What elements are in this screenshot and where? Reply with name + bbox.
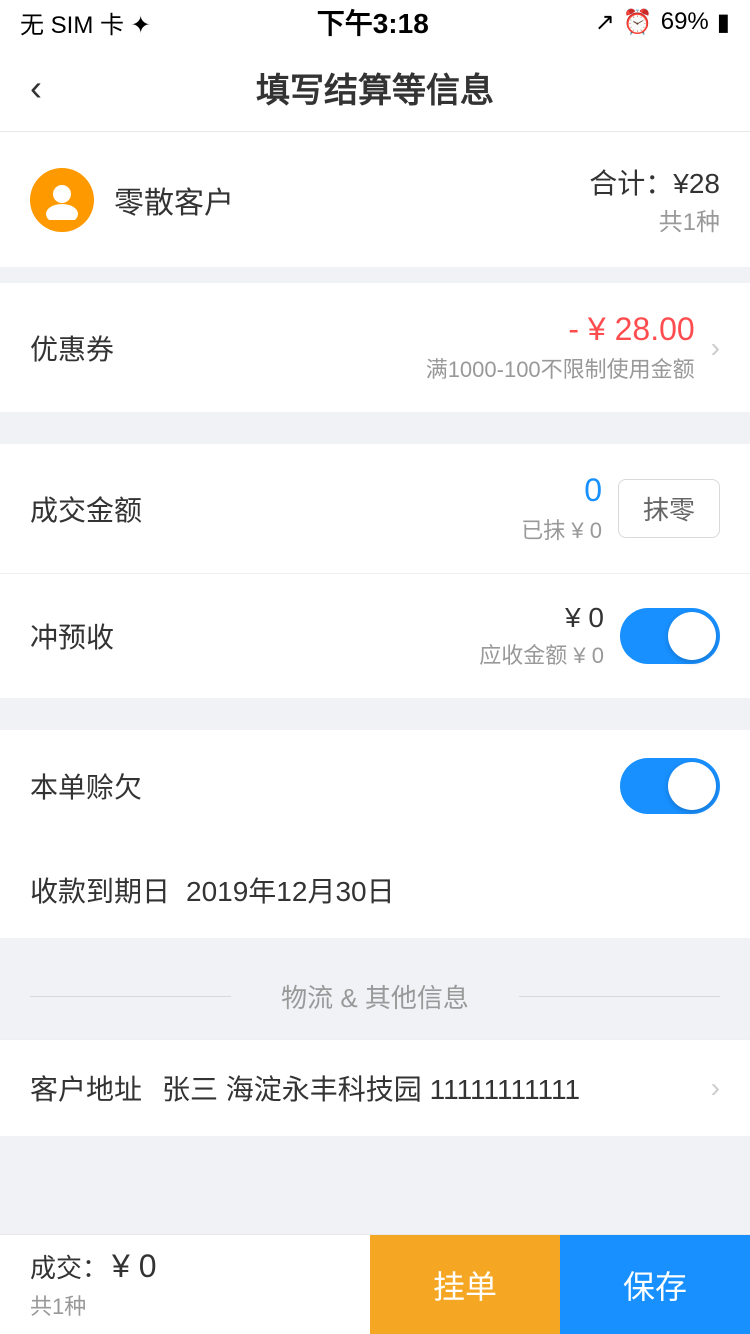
due-date-value: 2019年12月30日 bbox=[186, 870, 395, 910]
bottom-deal-row: 成交： ¥ 0 bbox=[30, 1248, 340, 1285]
address-section: 客户地址 张三 海淀永丰科技园 11111111111 › bbox=[0, 1039, 750, 1136]
nav-bar: ‹ 填写结算等信息 bbox=[0, 44, 750, 132]
coupon-right: - ¥ 28.00 满1000-100不限制使用金额 › bbox=[426, 311, 720, 384]
customer-row: 零散客户 合计：¥28 共1种 bbox=[0, 132, 750, 267]
credit-row: 本单赊欠 bbox=[0, 730, 750, 842]
save-button[interactable]: 保存 bbox=[560, 1235, 750, 1334]
toggle-knob bbox=[668, 612, 716, 660]
address-label: 客户地址 bbox=[30, 1068, 142, 1108]
total-amount: 合计：¥28 bbox=[589, 162, 720, 202]
section-divider-2 bbox=[0, 714, 750, 730]
prepay-label: 冲预收 bbox=[30, 616, 114, 656]
coupon-section: 优惠券 - ¥ 28.00 满1000-100不限制使用金额 › bbox=[0, 283, 750, 412]
deal-amount-sub: 已抹 ¥ 0 bbox=[521, 513, 602, 545]
battery-icon: ▮ bbox=[717, 8, 730, 37]
prepay-right: ¥ 0 应收金额 ¥ 0 bbox=[479, 602, 720, 670]
prepay-toggle[interactable] bbox=[620, 608, 720, 664]
coupon-amount: - ¥ 28.00 bbox=[426, 311, 695, 348]
customer-section: 零散客户 合计：¥28 共1种 bbox=[0, 132, 750, 267]
deal-amount-right: 0 已抹 ¥ 0 抹零 bbox=[521, 472, 720, 545]
coupon-desc: 满1000-100不限制使用金额 bbox=[426, 352, 695, 384]
alarm-icon: ⏰ bbox=[623, 8, 653, 37]
logistics-line-right bbox=[519, 996, 720, 997]
location-icon: ↗ bbox=[595, 8, 615, 37]
bottom-summary: 成交： ¥ 0 共1种 bbox=[0, 1248, 370, 1321]
prepay-info: ¥ 0 应收金额 ¥ 0 bbox=[479, 602, 604, 670]
address-chevron-icon: › bbox=[711, 1072, 720, 1104]
credit-right bbox=[620, 758, 720, 814]
coupon-info: - ¥ 28.00 满1000-100不限制使用金额 bbox=[426, 311, 695, 384]
chevron-right-icon: › bbox=[711, 332, 720, 364]
credit-toggle[interactable] bbox=[620, 758, 720, 814]
due-date-row: 收款到期日 2019年12月30日 bbox=[0, 842, 750, 938]
round-zero-button[interactable]: 抹零 bbox=[618, 479, 720, 538]
logistics-label: 物流 & 其他信息 bbox=[281, 978, 469, 1015]
coupon-label: 优惠券 bbox=[30, 328, 114, 368]
credit-section: 本单赊欠 收款到期日 2019年12月30日 bbox=[0, 730, 750, 938]
deal-amount-info: 0 已抹 ¥ 0 bbox=[521, 472, 602, 545]
status-right: ↗ ⏰ 69% ▮ bbox=[595, 8, 730, 37]
bottom-count: 共1种 bbox=[30, 1289, 340, 1321]
status-time: 下午3:18 bbox=[317, 2, 429, 42]
bottom-deal-amount: ¥ 0 bbox=[112, 1248, 156, 1285]
logistics-header: 物流 & 其他信息 bbox=[0, 954, 750, 1039]
address-value: 张三 海淀永丰科技园 11111111111 bbox=[142, 1068, 711, 1108]
address-row[interactable]: 客户地址 张三 海淀永丰科技园 11111111111 › bbox=[0, 1039, 750, 1136]
coupon-row[interactable]: 优惠券 - ¥ 28.00 满1000-100不限制使用金额 › bbox=[0, 283, 750, 412]
page-title: 填写结算等信息 bbox=[256, 63, 494, 112]
customer-left: 零散客户 bbox=[30, 168, 234, 232]
bottom-deal-label: 成交： bbox=[30, 1248, 108, 1285]
pending-button[interactable]: 挂单 bbox=[370, 1235, 560, 1334]
transaction-section: 成交金额 0 已抹 ¥ 0 抹零 冲预收 ¥ 0 应收金额 ¥ 0 bbox=[0, 444, 750, 698]
logistics-line-left bbox=[30, 996, 231, 997]
status-bar: 无 SIM 卡 ✦ 下午3:18 ↗ ⏰ 69% ▮ bbox=[0, 0, 750, 44]
back-button[interactable]: ‹ bbox=[30, 67, 42, 109]
avatar bbox=[30, 168, 94, 232]
bottom-bar: 成交： ¥ 0 共1种 挂单 保存 bbox=[0, 1234, 750, 1334]
deal-amount-value: 0 bbox=[521, 472, 602, 509]
total-count: 共1种 bbox=[589, 202, 720, 237]
deal-amount-row: 成交金额 0 已抹 ¥ 0 抹零 bbox=[0, 444, 750, 573]
deal-amount-label: 成交金额 bbox=[30, 489, 142, 529]
battery-level: 69% bbox=[661, 8, 709, 36]
prepay-sub: 应收金额 ¥ 0 bbox=[479, 638, 604, 670]
sim-status: 无 SIM 卡 ✦ bbox=[20, 5, 151, 40]
customer-name: 零散客户 bbox=[114, 178, 234, 222]
section-divider-1 bbox=[0, 428, 750, 444]
prepay-row: 冲预收 ¥ 0 应收金额 ¥ 0 bbox=[0, 573, 750, 698]
status-left: 无 SIM 卡 ✦ bbox=[20, 5, 151, 40]
customer-summary: 合计：¥28 共1种 bbox=[589, 162, 720, 237]
prepay-amount: ¥ 0 bbox=[479, 602, 604, 634]
credit-toggle-knob bbox=[668, 762, 716, 810]
due-date-label: 收款到期日 bbox=[30, 870, 170, 910]
person-icon bbox=[42, 180, 82, 220]
credit-label: 本单赊欠 bbox=[30, 766, 142, 806]
